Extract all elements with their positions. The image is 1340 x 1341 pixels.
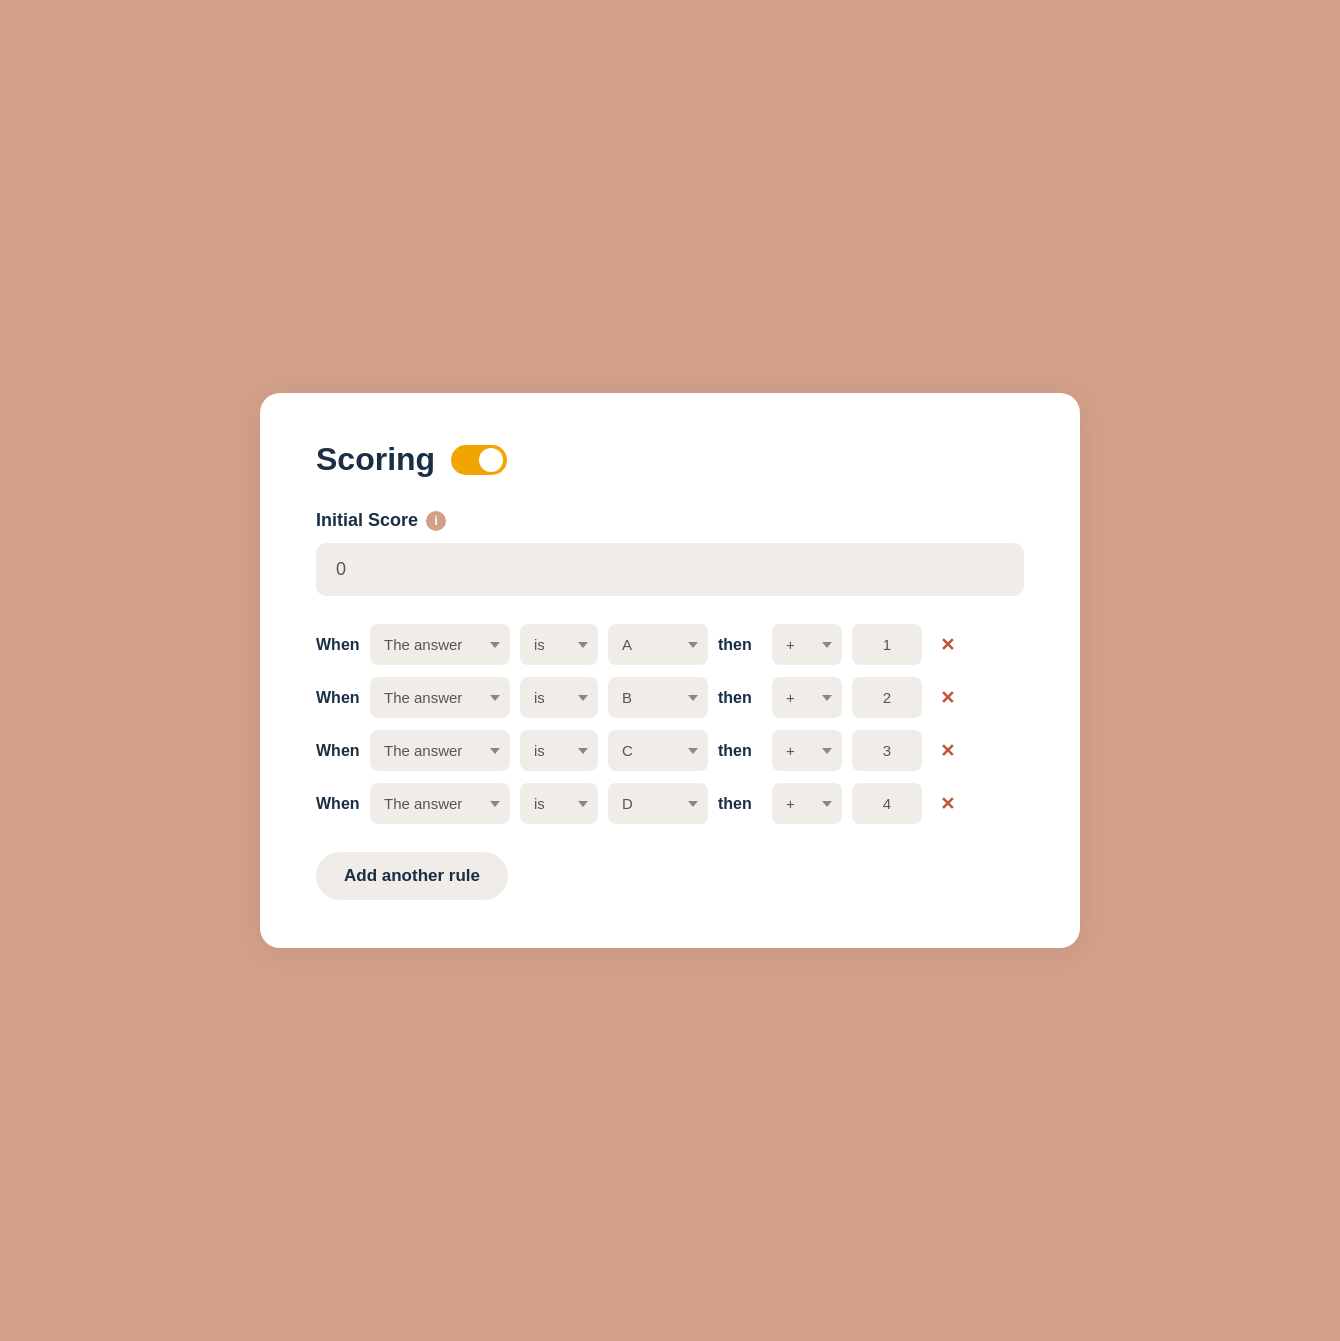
initial-score-label: Initial Score i	[316, 510, 1024, 531]
value-select-1[interactable]: B A B C D	[608, 677, 708, 718]
scoring-title: Scoring	[316, 441, 435, 478]
score-input-1[interactable]	[852, 677, 922, 718]
operator-select-2[interactable]: + -	[772, 730, 842, 771]
rule-row: When The answer is is not D A B C D then…	[316, 783, 1024, 824]
is-select-1[interactable]: is is not	[520, 677, 598, 718]
then-label: then	[718, 795, 762, 813]
is-select-3[interactable]: is is not	[520, 783, 598, 824]
score-input-0[interactable]	[852, 624, 922, 665]
rule-row: When The answer is is not B A B C D then…	[316, 677, 1024, 718]
operator-select-1[interactable]: + -	[772, 677, 842, 718]
info-icon[interactable]: i	[426, 511, 446, 531]
delete-rule-button-1[interactable]: ✕	[932, 683, 963, 713]
answer-select-0[interactable]: The answer	[370, 624, 510, 665]
delete-rule-button-2[interactable]: ✕	[932, 736, 963, 766]
add-another-rule-button[interactable]: Add another rule	[316, 852, 508, 900]
value-select-3[interactable]: D A B C D	[608, 783, 708, 824]
scoring-card: Scoring Initial Score i When The answer …	[260, 393, 1080, 948]
header-row: Scoring	[316, 441, 1024, 478]
initial-score-input[interactable]	[316, 543, 1024, 596]
delete-rule-button-3[interactable]: ✕	[932, 789, 963, 819]
is-select-0[interactable]: is is not	[520, 624, 598, 665]
is-select-2[interactable]: is is not	[520, 730, 598, 771]
when-label: When	[316, 795, 360, 813]
score-input-3[interactable]	[852, 783, 922, 824]
scoring-toggle[interactable]	[451, 445, 507, 475]
when-label: When	[316, 742, 360, 760]
then-label: then	[718, 636, 762, 654]
score-input-2[interactable]	[852, 730, 922, 771]
when-label: When	[316, 689, 360, 707]
answer-select-2[interactable]: The answer	[370, 730, 510, 771]
then-label: then	[718, 742, 762, 760]
toggle-thumb	[479, 448, 503, 472]
rules-container: When The answer is is not A A B C D then…	[316, 624, 1024, 824]
value-select-0[interactable]: A A B C D	[608, 624, 708, 665]
answer-select-1[interactable]: The answer	[370, 677, 510, 718]
then-label: then	[718, 689, 762, 707]
toggle-track	[451, 445, 507, 475]
when-label: When	[316, 636, 360, 654]
delete-rule-button-0[interactable]: ✕	[932, 630, 963, 660]
operator-select-3[interactable]: + -	[772, 783, 842, 824]
value-select-2[interactable]: C A B C D	[608, 730, 708, 771]
operator-select-0[interactable]: + -	[772, 624, 842, 665]
rule-row: When The answer is is not A A B C D then…	[316, 624, 1024, 665]
rule-row: When The answer is is not C A B C D then…	[316, 730, 1024, 771]
initial-score-text: Initial Score	[316, 510, 418, 531]
answer-select-3[interactable]: The answer	[370, 783, 510, 824]
